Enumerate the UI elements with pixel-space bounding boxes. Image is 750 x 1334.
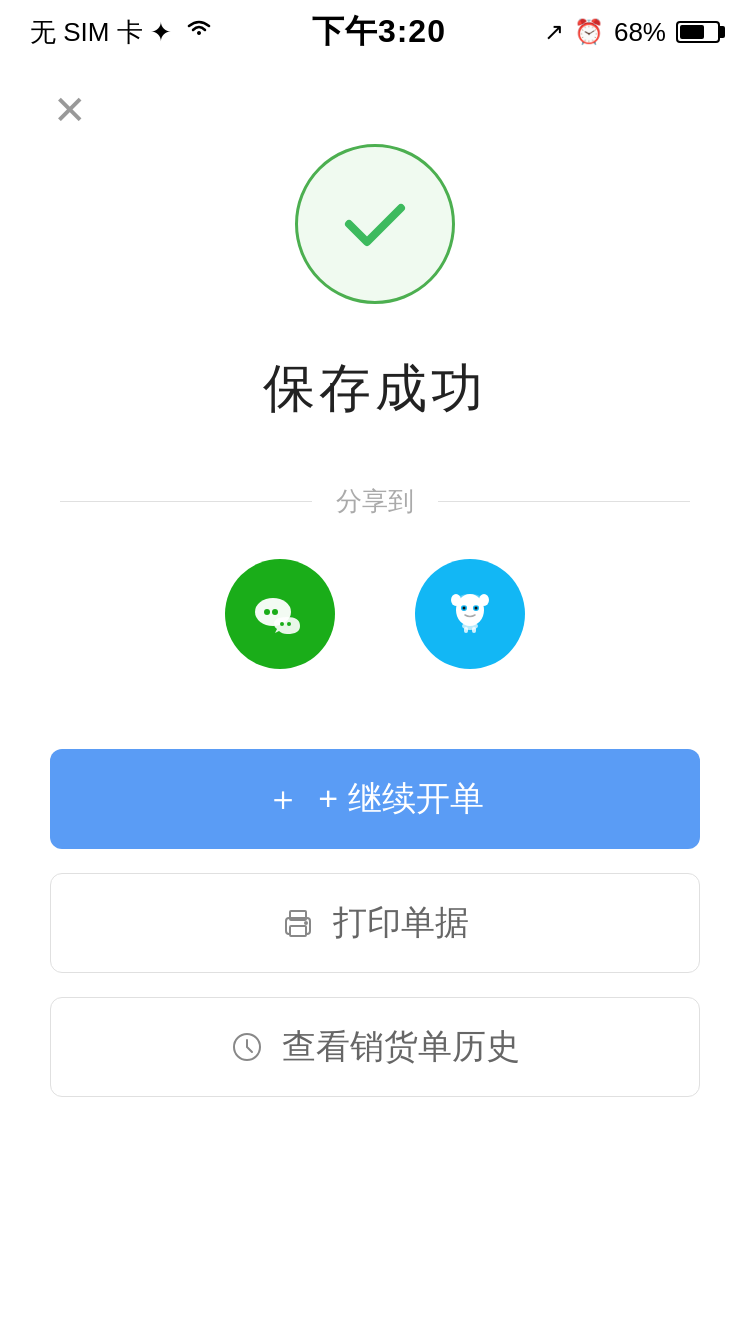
svg-point-13	[451, 594, 461, 606]
svg-point-8	[463, 607, 466, 610]
checkmark-icon	[335, 184, 415, 264]
success-title: 保存成功	[263, 354, 487, 424]
print-button[interactable]: 打印单据	[50, 873, 700, 973]
continue-button[interactable]: ＋ + 继续开单	[50, 749, 700, 849]
alarm-icon: ⏰	[574, 18, 604, 46]
main-content: 保存成功 分享到	[0, 64, 750, 1097]
wechat-icon	[250, 584, 310, 644]
share-icons	[225, 559, 525, 669]
sim-status: 无 SIM 卡 ✦	[30, 15, 172, 50]
history-button[interactable]: 查看销货单历史	[50, 997, 700, 1097]
share-divider: 分享到	[0, 484, 750, 519]
svg-rect-11	[464, 627, 468, 633]
location-icon: ↗	[544, 18, 564, 46]
status-bar: 无 SIM 卡 ✦ 下午3:20 ↗ ⏰ 68%	[0, 0, 750, 64]
qq-icon	[440, 584, 500, 644]
qq-share-button[interactable]	[415, 559, 525, 669]
svg-rect-12	[472, 627, 476, 633]
divider-line-left	[60, 501, 312, 502]
status-left: 无 SIM 卡 ✦	[30, 15, 214, 50]
svg-point-4	[287, 622, 291, 626]
history-label: 查看销货单历史	[282, 1024, 520, 1070]
success-circle	[295, 144, 455, 304]
continue-label: + 继续开单	[318, 776, 483, 822]
battery-percent: 68%	[614, 17, 666, 48]
printer-icon	[281, 906, 315, 940]
svg-point-3	[280, 622, 284, 626]
svg-point-1	[264, 609, 270, 615]
svg-point-14	[479, 594, 489, 606]
battery-icon	[676, 21, 720, 43]
divider-line-right	[438, 501, 690, 502]
history-icon	[230, 1030, 264, 1064]
svg-point-2	[272, 609, 278, 615]
wifi-icon	[184, 17, 214, 48]
status-time: 下午3:20	[312, 10, 446, 54]
share-label: 分享到	[312, 484, 438, 519]
action-buttons: ＋ + 继续开单 打印单据 查看销货单历	[0, 749, 750, 1097]
svg-point-18	[304, 921, 308, 925]
print-label: 打印单据	[333, 900, 469, 946]
wechat-share-button[interactable]	[225, 559, 335, 669]
status-right: ↗ ⏰ 68%	[544, 17, 720, 48]
plus-icon: ＋	[266, 776, 300, 822]
svg-point-9	[475, 607, 478, 610]
svg-rect-16	[290, 926, 306, 936]
